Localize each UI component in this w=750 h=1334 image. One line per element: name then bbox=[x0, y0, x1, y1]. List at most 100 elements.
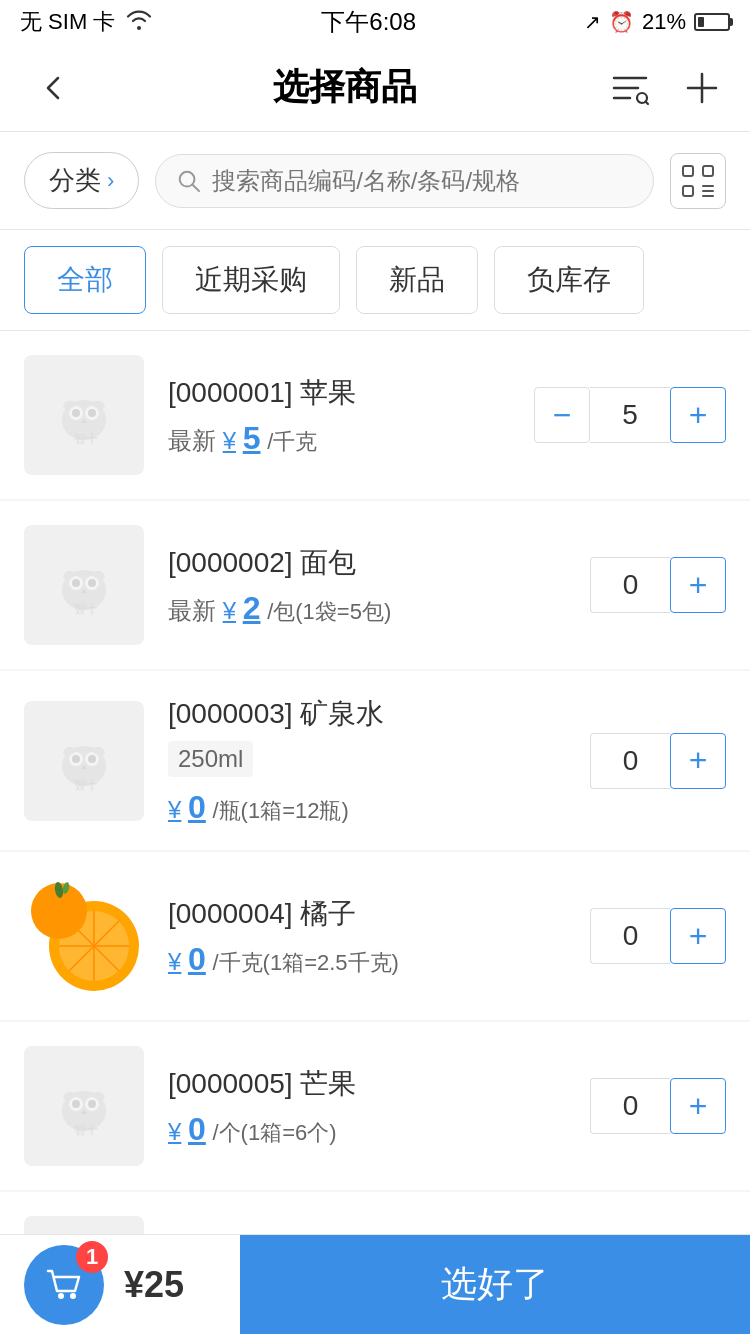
product-info-1: [0000002] 面包 最新 ¥ 2 /包(1袋=5包) bbox=[168, 544, 574, 627]
increase-button-3[interactable]: + bbox=[670, 908, 726, 964]
svg-rect-9 bbox=[683, 166, 693, 176]
increase-button-2[interactable]: + bbox=[670, 733, 726, 789]
search-box[interactable] bbox=[155, 154, 654, 208]
status-time: 下午6:08 bbox=[321, 6, 416, 38]
location-icon: ↗ bbox=[584, 10, 601, 34]
scan-button[interactable] bbox=[670, 153, 726, 209]
product-price-3: ¥ 0 /千克(1箱=2.5千克) bbox=[168, 941, 574, 978]
svg-text:智十: 智十 bbox=[74, 602, 98, 616]
product-name-4: [0000005] 芒果 bbox=[168, 1065, 574, 1103]
search-icon bbox=[176, 167, 202, 195]
owl-logo-icon: 智十 bbox=[44, 721, 124, 801]
cart-section: 1 ¥25 bbox=[0, 1245, 240, 1325]
battery-icon bbox=[694, 13, 730, 31]
quantity-control-0: − + bbox=[534, 387, 726, 443]
wifi-icon bbox=[125, 8, 153, 36]
decrease-button-0[interactable]: − bbox=[534, 387, 590, 443]
cart-icon bbox=[42, 1263, 86, 1307]
category-button[interactable]: 分类 › bbox=[24, 152, 139, 209]
tab-recent[interactable]: 近期采购 bbox=[162, 246, 340, 314]
product-list: 智十 [0000001] 苹果 最新 ¥ 5 /千克 − + bbox=[0, 331, 750, 1334]
product-image-4: 智十 bbox=[24, 1046, 144, 1166]
product-price-4: ¥ 0 /个(1箱=6个) bbox=[168, 1111, 574, 1148]
category-arrow: › bbox=[107, 168, 114, 194]
svg-point-27 bbox=[72, 579, 80, 587]
product-name-2: [0000003] 矿泉水 bbox=[168, 695, 574, 733]
quantity-input-4[interactable] bbox=[590, 1078, 670, 1134]
product-image-2: 智十 bbox=[24, 701, 144, 821]
quantity-control-3: + bbox=[590, 908, 726, 964]
svg-point-19 bbox=[88, 409, 96, 417]
cart-total: ¥25 bbox=[124, 1264, 184, 1306]
filter-button[interactable] bbox=[606, 64, 654, 112]
search-input[interactable] bbox=[212, 167, 633, 195]
tab-new[interactable]: 新品 bbox=[356, 246, 478, 314]
quantity-input-2[interactable] bbox=[590, 733, 670, 789]
svg-text:智十: 智十 bbox=[74, 1123, 98, 1137]
filter-bar: 分类 › bbox=[0, 132, 750, 230]
increase-button-1[interactable]: + bbox=[670, 557, 726, 613]
svg-point-18 bbox=[72, 409, 80, 417]
svg-rect-10 bbox=[703, 166, 713, 176]
svg-text:智十: 智十 bbox=[74, 778, 98, 792]
svg-point-55 bbox=[88, 1100, 96, 1108]
svg-point-37 bbox=[88, 755, 96, 763]
owl-logo-icon: 智十 bbox=[44, 375, 124, 455]
svg-point-77 bbox=[70, 1293, 76, 1299]
status-carrier: 无 SIM 卡 bbox=[20, 7, 153, 37]
svg-line-4 bbox=[646, 101, 649, 104]
svg-text:智十: 智十 bbox=[74, 432, 98, 446]
svg-line-8 bbox=[193, 184, 199, 190]
orange-image bbox=[24, 876, 144, 996]
carrier-text: 无 SIM 卡 bbox=[20, 7, 115, 37]
table-row: 智十 [0000002] 面包 最新 ¥ 2 /包(1袋=5包) + bbox=[0, 501, 750, 669]
increase-button-0[interactable]: + bbox=[670, 387, 726, 443]
table-row: 智十 [0000003] 矿泉水 250ml ¥ 0 /瓶(1箱=12瓶) + bbox=[0, 671, 750, 850]
product-name-1: [0000002] 面包 bbox=[168, 544, 574, 582]
svg-point-28 bbox=[88, 579, 96, 587]
product-image-3 bbox=[24, 876, 144, 996]
category-label: 分类 bbox=[49, 163, 101, 198]
nav-bar: 选择商品 bbox=[0, 44, 750, 132]
product-info-4: [0000005] 芒果 ¥ 0 /个(1箱=6个) bbox=[168, 1065, 574, 1148]
bottom-bar: 1 ¥25 选好了 bbox=[0, 1234, 750, 1334]
increase-button-4[interactable]: + bbox=[670, 1078, 726, 1134]
table-row: 智十 [0000005] 芒果 ¥ 0 /个(1箱=6个) + bbox=[0, 1022, 750, 1190]
tab-all[interactable]: 全部 bbox=[24, 246, 146, 314]
alarm-icon: ⏰ bbox=[609, 10, 634, 34]
product-name-3: [0000004] 橘子 bbox=[168, 895, 574, 933]
owl-logo-icon: 智十 bbox=[44, 545, 124, 625]
quantity-control-2: + bbox=[590, 733, 726, 789]
product-price-1: 最新 ¥ 2 /包(1袋=5包) bbox=[168, 590, 574, 627]
page-title: 选择商品 bbox=[273, 63, 417, 112]
product-price-0: 最新 ¥ 5 /千克 bbox=[168, 420, 518, 457]
nav-actions bbox=[606, 64, 726, 112]
battery-text: 21% bbox=[642, 9, 686, 35]
status-right-group: ↗ ⏰ 21% bbox=[584, 9, 730, 35]
table-row: [0000004] 橘子 ¥ 0 /千克(1箱=2.5千克) + bbox=[0, 852, 750, 1020]
product-info-2: [0000003] 矿泉水 250ml ¥ 0 /瓶(1箱=12瓶) bbox=[168, 695, 574, 826]
product-price-2: ¥ 0 /瓶(1箱=12瓶) bbox=[168, 789, 574, 826]
tab-bar: 全部 近期采购 新品 负库存 bbox=[0, 230, 750, 331]
svg-point-54 bbox=[72, 1100, 80, 1108]
owl-logo-icon: 智十 bbox=[44, 1066, 124, 1146]
quantity-input-1[interactable] bbox=[590, 557, 670, 613]
back-button[interactable] bbox=[24, 58, 84, 118]
quantity-control-4: + bbox=[590, 1078, 726, 1134]
product-image-1: 智十 bbox=[24, 525, 144, 645]
confirm-button[interactable]: 选好了 bbox=[240, 1235, 750, 1334]
quantity-input-0[interactable] bbox=[590, 387, 670, 443]
status-bar: 无 SIM 卡 下午6:08 ↗ ⏰ 21% bbox=[0, 0, 750, 44]
product-image-0: 智十 bbox=[24, 355, 144, 475]
table-row: 智十 [0000001] 苹果 最新 ¥ 5 /千克 − + bbox=[0, 331, 750, 499]
product-info-3: [0000004] 橘子 ¥ 0 /千克(1箱=2.5千克) bbox=[168, 895, 574, 978]
product-spec-2: 250ml bbox=[168, 741, 574, 783]
add-button[interactable] bbox=[678, 64, 726, 112]
quantity-input-3[interactable] bbox=[590, 908, 670, 964]
quantity-control-1: + bbox=[590, 557, 726, 613]
cart-badge: 1 bbox=[76, 1241, 108, 1273]
svg-point-76 bbox=[58, 1293, 64, 1299]
cart-icon-button[interactable]: 1 bbox=[24, 1245, 104, 1325]
tab-negative-stock[interactable]: 负库存 bbox=[494, 246, 644, 314]
product-info-0: [0000001] 苹果 最新 ¥ 5 /千克 bbox=[168, 374, 518, 457]
